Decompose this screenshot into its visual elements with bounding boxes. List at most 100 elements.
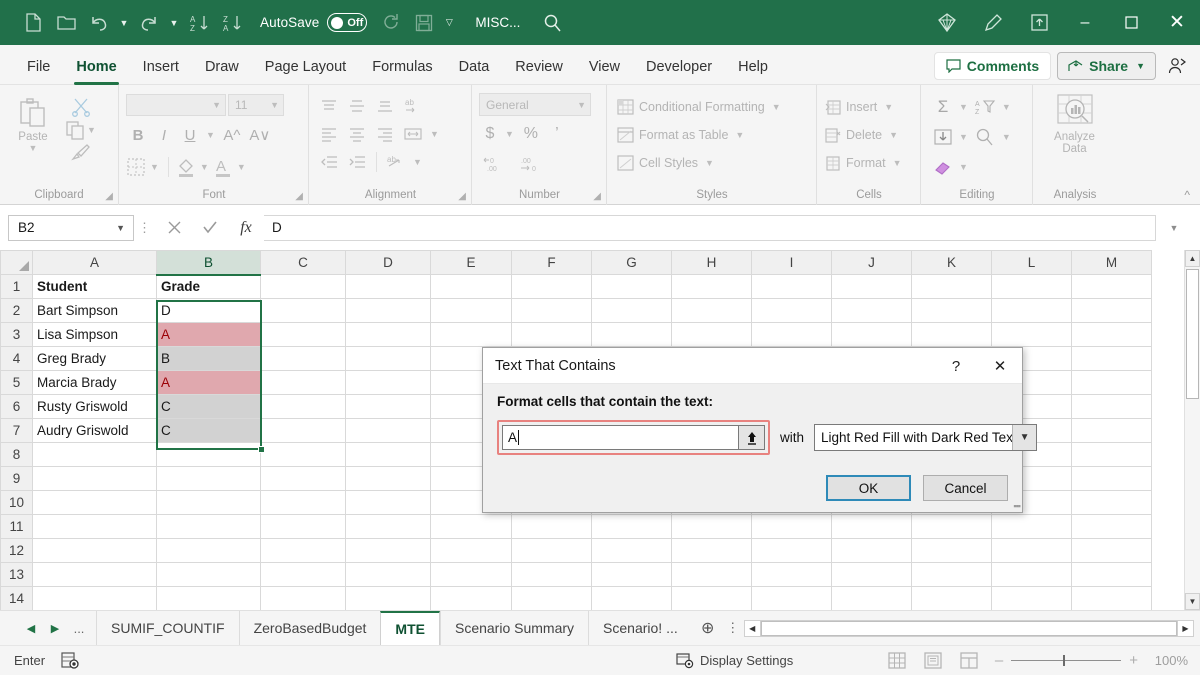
cell-C13[interactable]: [261, 563, 346, 587]
comma-format-icon[interactable]: ’: [546, 125, 568, 143]
col-header-J[interactable]: J: [832, 251, 912, 275]
cell-A2[interactable]: Bart Simpson: [33, 299, 157, 323]
col-header-E[interactable]: E: [431, 251, 512, 275]
font-color-dropdown-icon[interactable]: ▼: [235, 162, 248, 172]
cell-B5[interactable]: A: [157, 371, 261, 395]
cancel-button[interactable]: Cancel: [923, 475, 1008, 501]
sort-filter-icon[interactable]: AZ: [972, 98, 998, 116]
cell-E3[interactable]: [431, 323, 512, 347]
hscroll-left-button[interactable]: ◀: [745, 621, 761, 636]
autosave-control[interactable]: AutoSave Off: [260, 13, 367, 32]
cell-L3[interactable]: [992, 323, 1072, 347]
dialog-help-button[interactable]: ?: [934, 348, 978, 384]
increase-decimal-icon[interactable]: 0.00: [479, 155, 513, 173]
tab-review[interactable]: Review: [502, 50, 576, 84]
text-criteria-input[interactable]: A: [502, 425, 739, 450]
currency-dropdown-icon[interactable]: ▼: [503, 129, 516, 139]
cell-A1[interactable]: Student: [33, 275, 157, 299]
alignment-dialog-launcher-icon[interactable]: ◢: [458, 191, 466, 202]
undo-dropdown-icon[interactable]: ▼: [117, 8, 131, 38]
new-file-icon[interactable]: [18, 8, 48, 38]
cell-M8[interactable]: [1072, 443, 1152, 467]
analyze-data-button[interactable]: Analyze Data: [1040, 93, 1109, 155]
cell-A14[interactable]: [33, 587, 157, 611]
row-header-11[interactable]: 11: [1, 515, 33, 539]
cell-D13[interactable]: [346, 563, 431, 587]
customize-quick-access-icon[interactable]: ▽: [442, 8, 456, 38]
row-header-4[interactable]: 4: [1, 347, 33, 371]
insert-cells-dropdown-icon[interactable]: ▼: [882, 102, 895, 112]
cell-G2[interactable]: [592, 299, 672, 323]
cell-H12[interactable]: [672, 539, 752, 563]
cell-styles-dropdown-icon[interactable]: ▼: [703, 158, 716, 168]
tab-data[interactable]: Data: [446, 50, 503, 84]
tab-view[interactable]: View: [576, 50, 633, 84]
bold-icon[interactable]: B: [126, 127, 150, 144]
cell-G3[interactable]: [592, 323, 672, 347]
cell-M14[interactable]: [1072, 587, 1152, 611]
number-format-select[interactable]: General▼: [479, 93, 591, 116]
underline-dropdown-icon[interactable]: ▼: [204, 130, 217, 140]
row-header-5[interactable]: 5: [1, 371, 33, 395]
present-icon[interactable]: [1016, 0, 1062, 45]
cell-C11[interactable]: [261, 515, 346, 539]
cell-A9[interactable]: [33, 467, 157, 491]
cell-M3[interactable]: [1072, 323, 1152, 347]
copy-dropdown-icon[interactable]: ▼: [85, 125, 98, 135]
save-icon[interactable]: [409, 8, 439, 38]
conditional-formatting-button[interactable]: Conditional Formatting ▼: [617, 93, 783, 121]
cell-styles-button[interactable]: Cell Styles ▼: [617, 149, 716, 177]
cell-M11[interactable]: [1072, 515, 1152, 539]
vertical-scroll-thumb[interactable]: [1186, 269, 1199, 399]
cell-F1[interactable]: [512, 275, 592, 299]
wrap-text-dropdown-icon[interactable]: ▼: [411, 157, 424, 167]
zoom-slider[interactable]: [1011, 660, 1121, 661]
align-right-icon[interactable]: [372, 126, 398, 142]
fill-color-icon[interactable]: [176, 156, 196, 178]
cell-M5[interactable]: [1072, 371, 1152, 395]
cell-C3[interactable]: [261, 323, 346, 347]
cell-G12[interactable]: [592, 539, 672, 563]
cell-A10[interactable]: [33, 491, 157, 515]
insert-cells-button[interactable]: Insert ▼: [825, 93, 895, 121]
collapse-ribbon-icon[interactable]: ^: [1184, 188, 1190, 202]
horizontal-scroll-thumb[interactable]: [761, 621, 1177, 636]
cell-C12[interactable]: [261, 539, 346, 563]
cell-K11[interactable]: [912, 515, 992, 539]
cell-K12[interactable]: [912, 539, 992, 563]
zoom-in-button[interactable]: +: [1129, 652, 1138, 669]
tab-developer[interactable]: Developer: [633, 50, 725, 84]
cell-I12[interactable]: [752, 539, 832, 563]
align-bottom-icon[interactable]: [372, 98, 398, 114]
cut-icon[interactable]: [65, 97, 98, 117]
cell-J3[interactable]: [832, 323, 912, 347]
share-dropdown-icon[interactable]: ▼: [1134, 61, 1147, 71]
cell-I11[interactable]: [752, 515, 832, 539]
cell-E13[interactable]: [431, 563, 512, 587]
cell-M7[interactable]: [1072, 419, 1152, 443]
cell-A7[interactable]: Audry Griswold: [33, 419, 157, 443]
cell-A5[interactable]: Marcia Brady: [33, 371, 157, 395]
row-header-7[interactable]: 7: [1, 419, 33, 443]
find-select-dropdown-icon[interactable]: ▼: [1000, 132, 1013, 142]
select-all-corner[interactable]: [1, 251, 33, 275]
align-top-icon[interactable]: [316, 98, 342, 114]
increase-font-size-icon[interactable]: A^: [219, 127, 245, 144]
cell-M2[interactable]: [1072, 299, 1152, 323]
name-box-dropdown-icon[interactable]: ▼: [114, 223, 127, 233]
row-header-12[interactable]: 12: [1, 539, 33, 563]
col-header-G[interactable]: G: [592, 251, 672, 275]
open-folder-icon[interactable]: [51, 8, 81, 38]
zoom-slider-thumb[interactable]: [1063, 655, 1065, 666]
cell-D5[interactable]: [346, 371, 431, 395]
tab-page-layout[interactable]: Page Layout: [252, 50, 359, 84]
page-break-view-icon[interactable]: [951, 649, 987, 673]
cell-B8[interactable]: [157, 443, 261, 467]
row-header-1[interactable]: 1: [1, 275, 33, 299]
cell-A11[interactable]: [33, 515, 157, 539]
fill-dropdown-icon[interactable]: ▼: [957, 132, 970, 142]
cell-L1[interactable]: [992, 275, 1072, 299]
cell-M12[interactable]: [1072, 539, 1152, 563]
cell-M1[interactable]: [1072, 275, 1152, 299]
scroll-down-button[interactable]: ▼: [1185, 593, 1200, 610]
